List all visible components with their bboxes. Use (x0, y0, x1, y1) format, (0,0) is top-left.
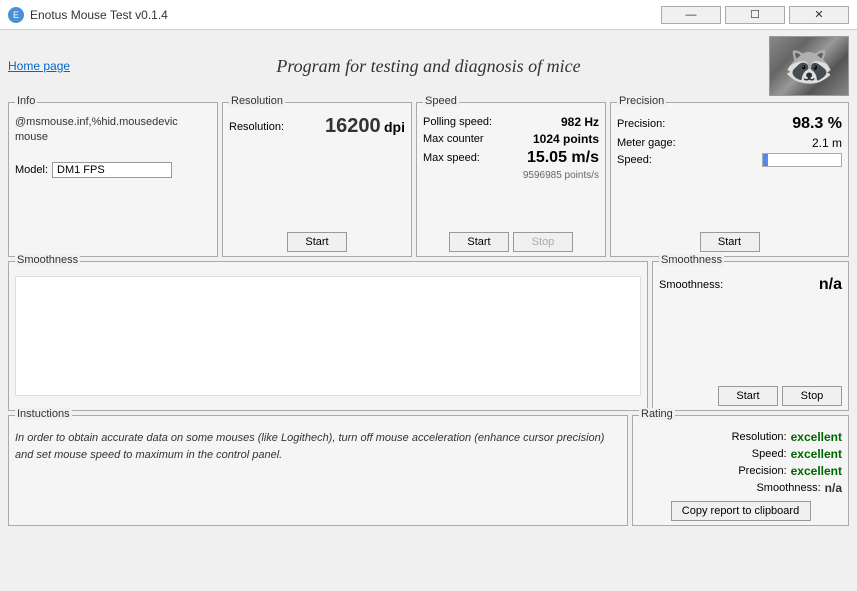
app-title: Program for testing and diagnosis of mic… (88, 56, 769, 77)
polling-label: Polling speed: (423, 116, 492, 128)
smoothness-start-button[interactable]: Start (718, 386, 778, 406)
model-label: Model: (15, 164, 48, 176)
copy-btn-wrap: Copy report to clipboard (639, 501, 842, 521)
resolution-value-group: 16200 dpi (325, 115, 405, 138)
smoothness-left-title: Smoothness (15, 254, 80, 266)
max-counter-label: Max counter (423, 133, 484, 145)
window-controls: — ☐ ✕ (661, 6, 849, 24)
rating-title: Rating (639, 408, 675, 420)
speed-stop-button[interactable]: Stop (513, 232, 573, 252)
app-icon: E (8, 7, 24, 23)
rating-speed-label: Speed: (752, 448, 787, 460)
header-row: Home page Program for testing and diagno… (8, 36, 849, 96)
precision-value: 98.3 % (792, 115, 842, 133)
resolution-start-wrap: Start (229, 224, 405, 252)
smoothness-btn-row: Start Stop (659, 386, 842, 406)
speed-bar (762, 153, 842, 167)
smoothness-chart (15, 276, 641, 396)
speed-bar-fill (763, 154, 768, 166)
polling-row: Polling speed: 982 Hz (423, 115, 599, 129)
model-input[interactable] (52, 162, 172, 178)
bottom-row: Instuctions In order to obtain accurate … (8, 415, 849, 526)
resolution-panel: Resolution Resolution: 16200 dpi Start (222, 102, 412, 257)
rating-precision-value: excellent (791, 464, 842, 478)
precision-start-button[interactable]: Start (700, 232, 760, 252)
rating-precision-label: Precision: (738, 465, 786, 477)
window-title: Enotus Mouse Test v0.1.4 (30, 8, 168, 22)
smoothness-stop-button[interactable]: Stop (782, 386, 842, 406)
instructions-panel: Instuctions In order to obtain accurate … (8, 415, 628, 526)
info-text: @msmouse.inf,%hid.mousedevic mouse (15, 115, 211, 146)
resolution-start-button[interactable]: Start (287, 232, 347, 252)
rating-resolution-value: excellent (791, 430, 842, 444)
precision-panel: Precision Precision: 98.3 % Meter gage: … (610, 102, 849, 257)
minimize-button[interactable]: — (661, 6, 721, 24)
polling-value: 982 Hz (561, 115, 599, 129)
instructions-text: In order to obtain accurate data on some… (15, 430, 621, 463)
speed-start-button[interactable]: Start (449, 232, 509, 252)
resolution-row: Resolution: 16200 dpi (229, 115, 405, 138)
smoothness-left-panel: Smoothness (8, 261, 648, 411)
meter-label: Meter gage: (617, 137, 676, 149)
smoothness-row: Smoothness Smoothness Smoothness: n/a St… (8, 261, 849, 411)
resolution-value: 16200 (325, 115, 381, 137)
top-panels: Info @msmouse.inf,%hid.mousedevic mouse … (8, 102, 849, 257)
smoothness-value: n/a (819, 276, 842, 294)
smoothness-right-panel: Smoothness Smoothness: n/a Start Stop (652, 261, 849, 411)
info-panel-title: Info (15, 95, 37, 107)
speed-bar-row: Speed: (617, 153, 842, 167)
model-row: Model: (15, 162, 211, 178)
precision-panel-title: Precision (617, 95, 666, 107)
copy-report-button[interactable]: Copy report to clipboard (671, 501, 811, 521)
speed-btn-row: Start Stop (423, 228, 599, 252)
prec-speed-label: Speed: (617, 154, 652, 166)
smoothness-label: Smoothness: (659, 279, 723, 291)
smoothness-right-title: Smoothness (659, 254, 724, 266)
speed-panel: Speed Polling speed: 982 Hz Max counter … (416, 102, 606, 257)
info-line2: mouse (15, 131, 48, 143)
precision-start-wrap: Start (617, 224, 842, 252)
max-speed-label: Max speed: (423, 152, 480, 164)
rating-panel: Rating Resolution: excellent Speed: exce… (632, 415, 849, 526)
raccoon-image (769, 36, 849, 96)
resolution-label: Resolution: (229, 121, 284, 133)
rating-speed-row: Speed: excellent (639, 447, 842, 461)
resolution-unit: dpi (384, 119, 405, 135)
rating-smoothness-label: Smoothness: (756, 482, 820, 494)
max-counter-row: Max counter 1024 points (423, 132, 599, 146)
precision-row: Precision: 98.3 % (617, 115, 842, 133)
max-counter-value: 1024 points (533, 132, 599, 146)
max-speed-value: 15.05 m/s (527, 149, 599, 167)
smoothness-value-row: Smoothness: n/a (659, 276, 842, 294)
max-speed-row: Max speed: 15.05 m/s (423, 149, 599, 167)
maximize-button[interactable]: ☐ (725, 6, 785, 24)
rating-speed-value: excellent (791, 447, 842, 461)
rating-resolution-row: Resolution: excellent (639, 430, 842, 444)
raccoon-face (770, 37, 848, 95)
home-link[interactable]: Home page (8, 59, 88, 73)
rating-smoothness-value: n/a (825, 481, 842, 495)
info-line1: @msmouse.inf,%hid.mousedevic (15, 116, 178, 128)
info-panel: Info @msmouse.inf,%hid.mousedevic mouse … (8, 102, 218, 257)
speed-bar-wrap (762, 153, 842, 167)
rating-smoothness-row: Smoothness: n/a (639, 481, 842, 495)
close-button[interactable]: ✕ (789, 6, 849, 24)
rating-precision-row: Precision: excellent (639, 464, 842, 478)
rating-resolution-label: Resolution: (732, 431, 787, 443)
meter-value: 2.1 m (812, 136, 842, 150)
speed-panel-title: Speed (423, 95, 459, 107)
main-content: Home page Program for testing and diagno… (0, 30, 857, 532)
instructions-title: Instuctions (15, 408, 72, 420)
speed-subtext: 9596985 points/s (423, 170, 599, 181)
meter-row: Meter gage: 2.1 m (617, 136, 842, 150)
resolution-panel-title: Resolution (229, 95, 285, 107)
precision-label: Precision: (617, 118, 665, 130)
title-bar: E Enotus Mouse Test v0.1.4 — ☐ ✕ (0, 0, 857, 30)
